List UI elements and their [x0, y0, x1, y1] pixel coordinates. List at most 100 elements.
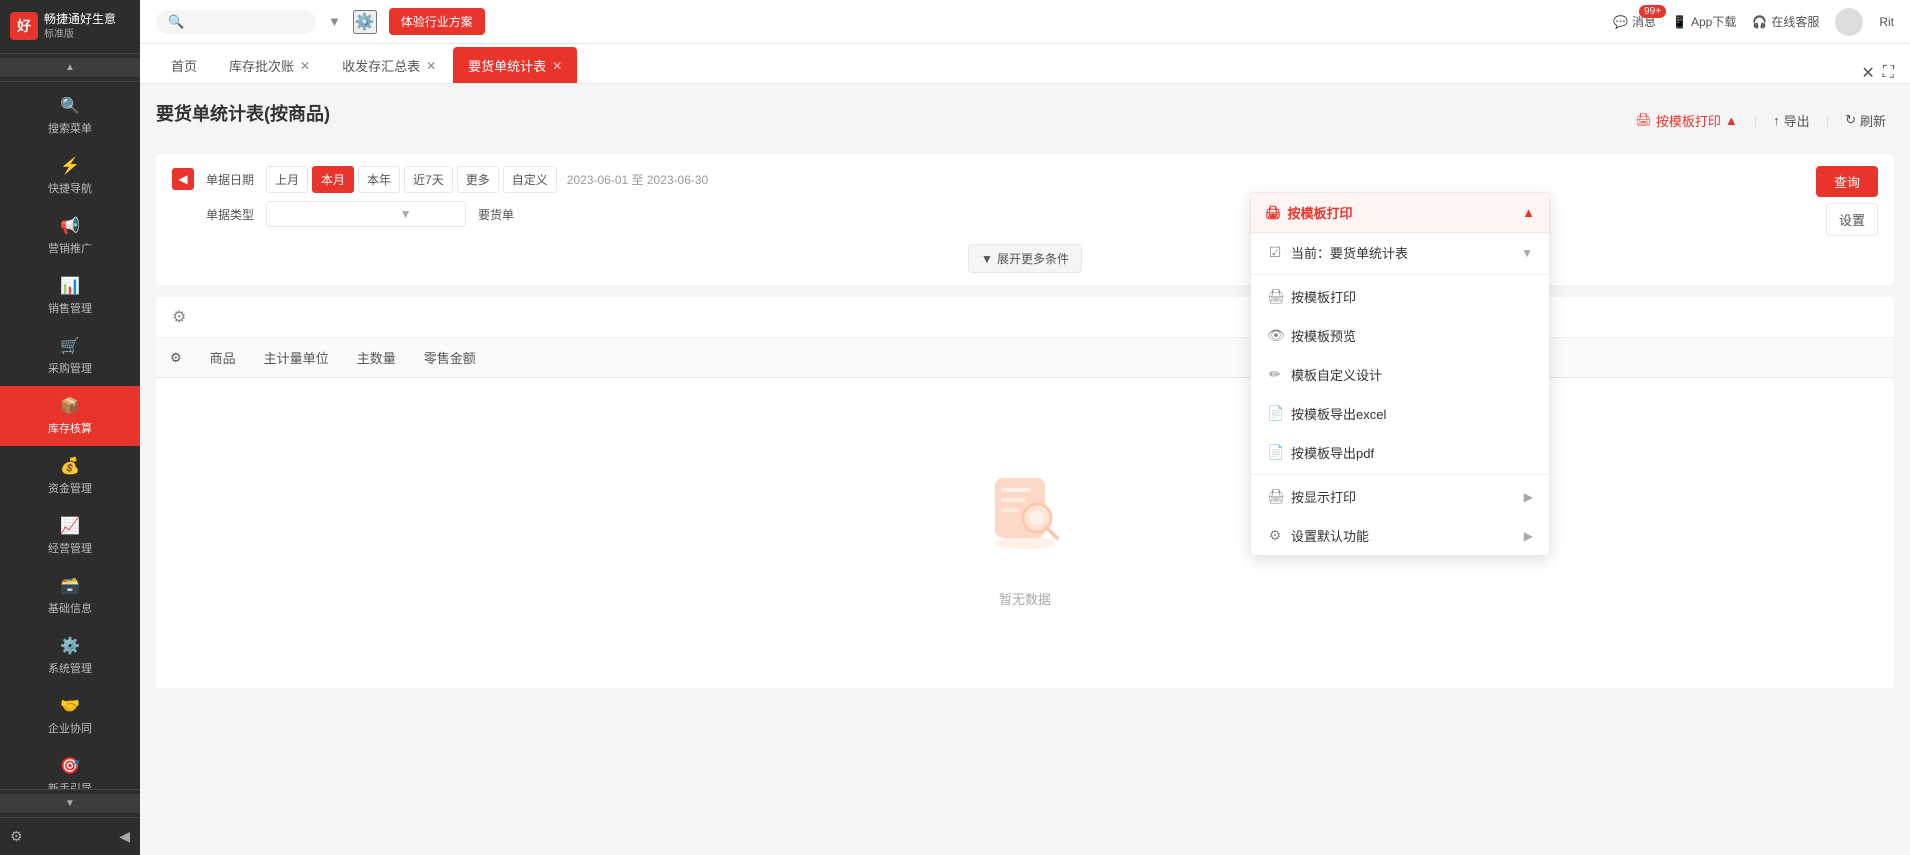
check-icon: ☑: [1267, 244, 1283, 261]
industry-button[interactable]: 体验行业方案: [389, 8, 485, 35]
sidebar-item-marketing[interactable]: 📢 营销推广: [0, 206, 140, 266]
messages-action[interactable]: 💬 消息 99+: [1613, 13, 1656, 30]
sidebar-settings-button[interactable]: ⚙: [10, 828, 23, 845]
empty-icon: [975, 458, 1075, 577]
tab-right-actions: ✕ ⛶: [1861, 63, 1894, 83]
dropdown-collapse-icon: ▲: [1522, 205, 1535, 220]
data-table: ⚙ 商品 主计量单位 主数量 零售金额: [156, 338, 1894, 378]
date-this-year[interactable]: 本年: [358, 166, 400, 193]
divider-1: [1251, 274, 1549, 275]
date-this-month[interactable]: 本月: [312, 166, 354, 193]
filter-date-row: 单据日期 上月 本月 本年 近7天 更多 自定义 2023-06-01 至 20…: [206, 166, 1804, 193]
current-template-item[interactable]: ☑ 当前：要货单统计表 ▼: [1251, 233, 1549, 272]
online-service-action[interactable]: 🎧 在线客服: [1752, 13, 1819, 30]
sidebar-item-guide[interactable]: 🎯 新手引导: [0, 746, 140, 789]
app-download-action[interactable]: 📱 App下载: [1672, 13, 1736, 30]
table-settings-icon[interactable]: ⚙: [172, 307, 186, 327]
sidebar-item-shortcut[interactable]: ⚡ 快捷导航: [0, 146, 140, 206]
filter-collapse-icon[interactable]: ◀: [172, 168, 194, 190]
page-title-row: 要货单统计表(按商品) 🖨 按模板打印 ▲ | ↑ 导出 | ↻ 刷新: [156, 100, 1894, 140]
tab-collection[interactable]: 收发存汇总表 ✕: [327, 47, 451, 83]
template-excel-icon: 📄: [1267, 405, 1283, 422]
template-preview-icon: 👁: [1267, 327, 1283, 344]
sidebar-scroll-up[interactable]: ▲: [0, 58, 140, 77]
display-print-item[interactable]: 🖨 按显示打印 ▶: [1251, 477, 1549, 516]
purchase-icon: 🛒: [60, 336, 80, 356]
tab-order-stat[interactable]: 要货单统计表 ✕: [453, 47, 577, 83]
template-excel-item[interactable]: 📄 按模板导出excel: [1251, 394, 1549, 433]
type-select[interactable]: ▼: [266, 201, 466, 227]
sidebar-item-search[interactable]: 🔍 搜索菜单: [0, 86, 140, 146]
date-7days[interactable]: 近7天: [404, 166, 453, 193]
template-preview-item[interactable]: 👁 按模板预览: [1251, 316, 1549, 355]
tab-home[interactable]: 首页: [156, 47, 212, 83]
user-avatar[interactable]: [1835, 8, 1863, 36]
expand-icon: ▼: [981, 252, 993, 266]
inventory-icon: 📦: [60, 396, 80, 416]
export-button[interactable]: ↑ 导出: [1765, 106, 1818, 135]
printer-dropdown-icon: 🖨: [1265, 205, 1282, 221]
query-button[interactable]: 查询: [1816, 166, 1878, 197]
page-title: 要货单统计表(按商品): [156, 100, 330, 126]
display-print-icon: 🖨: [1267, 488, 1283, 505]
search-bar[interactable]: 🔍: [156, 10, 316, 34]
type-select-chevron: ▼: [400, 207, 455, 221]
default-settings-left: ⚙ 设置默认功能: [1267, 526, 1369, 545]
display-print-arrow: ▶: [1524, 490, 1533, 504]
search-nav-icon: 🔍: [60, 96, 80, 116]
sidebar-item-sales[interactable]: 📊 销售管理: [0, 266, 140, 326]
template-pdf-item[interactable]: 📄 按模板导出pdf: [1251, 433, 1549, 472]
tab-batch[interactable]: 库存批次账 ✕: [214, 47, 325, 83]
marketing-icon: 📢: [60, 216, 80, 236]
sidebar-item-inventory[interactable]: 📦 库存核算: [0, 386, 140, 446]
default-settings-item[interactable]: ⚙ 设置默认功能 ▶: [1251, 516, 1549, 555]
sidebar-item-system[interactable]: ⚙️ 系统管理: [0, 626, 140, 686]
sales-icon: 📊: [60, 276, 80, 296]
sidebar-scroll-down[interactable]: ▼: [0, 794, 140, 813]
page-content: 要货单统计表(按商品) 🖨 按模板打印 ▲ | ↑ 导出 | ↻ 刷新: [140, 84, 1910, 855]
category-label: 要货单: [478, 206, 514, 223]
tab-order-stat-close[interactable]: ✕: [552, 59, 562, 73]
tab-close-button[interactable]: ✕: [1861, 63, 1874, 83]
template-design-icon: ✏: [1267, 366, 1283, 383]
sidebar-item-purchase[interactable]: 🛒 采购管理: [0, 326, 140, 386]
refresh-button[interactable]: ↻ 刷新: [1837, 106, 1894, 135]
print-button[interactable]: 🖨 按模板打印 ▲: [1627, 106, 1745, 135]
default-settings-arrow: ▶: [1524, 529, 1533, 543]
guide-icon: 🎯: [60, 756, 80, 776]
date-range-display: 2023-06-01 至 2023-06-30: [567, 171, 708, 188]
dropdown-header[interactable]: 🖨 按模板打印 ▲: [1251, 193, 1549, 233]
logo-text: 畅捷通好生意 标准版: [44, 12, 116, 41]
tab-collection-close[interactable]: ✕: [426, 59, 436, 73]
dropdown-icon[interactable]: ▼: [328, 14, 341, 29]
template-design-item[interactable]: ✏ 模板自定义设计: [1251, 355, 1549, 394]
basic-icon: 🗃️: [60, 576, 80, 596]
date-label: 单据日期: [206, 171, 254, 188]
search-input[interactable]: [190, 15, 290, 29]
col-unit: 主计量单位: [250, 338, 343, 378]
system-icon: ⚙️: [60, 636, 80, 656]
template-print-item[interactable]: 🖨 按模板打印: [1251, 277, 1549, 316]
sidebar-item-operation[interactable]: 📈 经营管理: [0, 506, 140, 566]
date-more[interactable]: 更多: [457, 166, 499, 193]
col-amount: 零售金额: [410, 338, 490, 378]
sidebar-item-collab[interactable]: 🤝 企业协同: [0, 686, 140, 746]
top-bar-actions: 💬 消息 99+ 📱 App下载 🎧 在线客服 Rit: [1613, 8, 1894, 36]
app-logo: 好 畅捷通好生意 标准版: [0, 0, 140, 54]
sidebar-item-basic[interactable]: 🗃️ 基础信息: [0, 566, 140, 626]
tab-batch-close[interactable]: ✕: [300, 59, 310, 73]
sidebar-item-finance[interactable]: 💰 资金管理: [0, 446, 140, 506]
settings-button[interactable]: 设置: [1826, 203, 1878, 236]
date-last-month[interactable]: 上月: [266, 166, 308, 193]
date-custom[interactable]: 自定义: [503, 166, 557, 193]
col-settings: ⚙: [156, 338, 196, 378]
top-bar: 🔍 ▼ ⚙️ 体验行业方案 💬 消息 99+ 📱 App下载 🎧 在线客服 R: [140, 0, 1910, 44]
empty-state: 暂无数据: [156, 378, 1894, 688]
template-print-icon: 🖨: [1267, 288, 1283, 305]
expand-filter-button[interactable]: ▼ 展开更多条件: [968, 244, 1082, 273]
top-bar-settings-button[interactable]: ⚙️: [353, 10, 377, 34]
sidebar-collapse-button[interactable]: ◀: [119, 828, 130, 845]
messages-badge: 99+: [1639, 5, 1666, 18]
tab-maximize-button[interactable]: ⛶: [1883, 64, 1894, 82]
export-icon: ↑: [1773, 113, 1780, 128]
